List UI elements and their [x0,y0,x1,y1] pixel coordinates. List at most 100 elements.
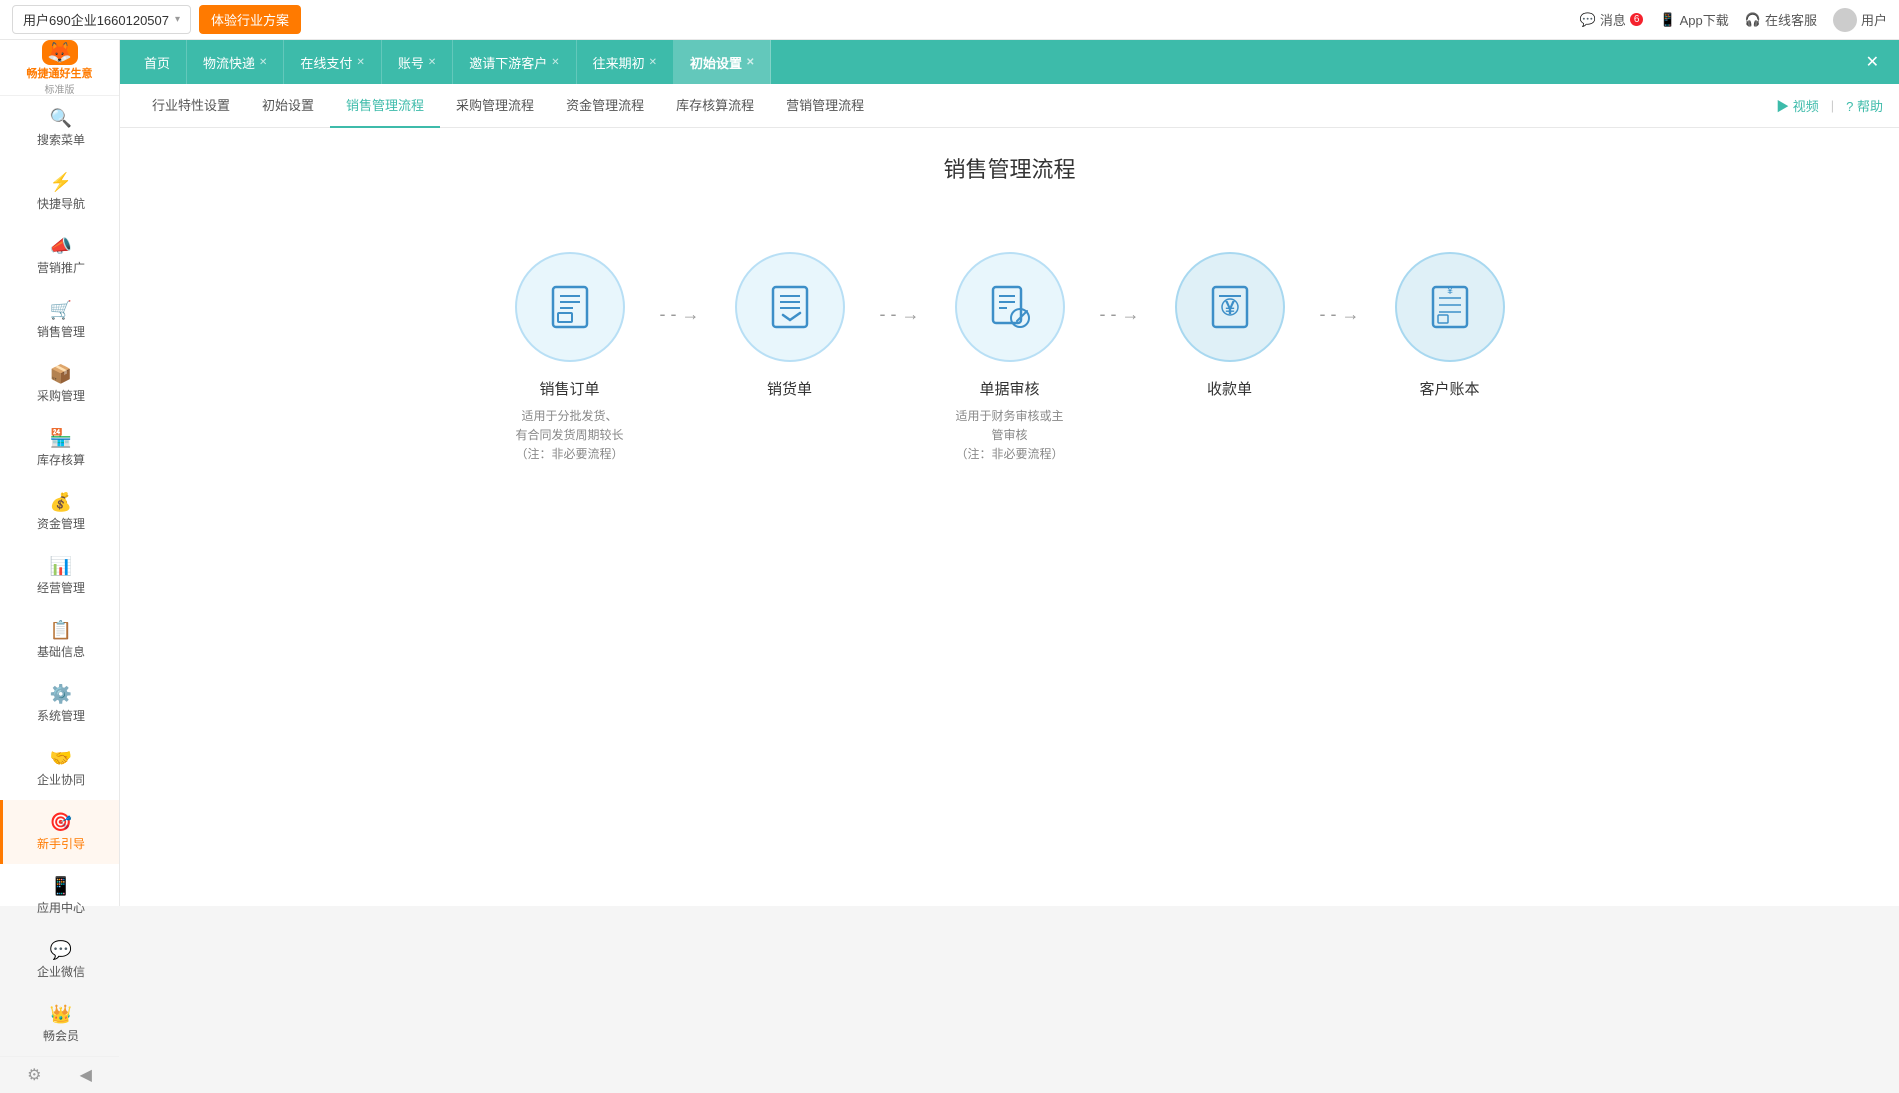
sidebar-label-wechat: 企业微信 [37,963,85,980]
message-item[interactable]: 💬 消息 6 [1580,10,1644,29]
sidebar-item-guide[interactable]: 🎯 新手引导 [0,800,119,864]
sub-tab-purchase-flow[interactable]: 采购管理流程 [440,84,550,128]
search-icon: 🔍 [50,108,72,129]
nav-tab-initial-close[interactable]: ✕ [746,57,754,68]
flow-item-receipt: ¥ 收款单 [1140,252,1320,407]
sidebar-label-guide: 新手引导 [37,835,85,852]
sub-tab-inventory-flow[interactable]: 库存核算流程 [660,84,770,128]
sidebar-item-sales[interactable]: 🛒 销售管理 [0,288,119,352]
nav-close-button[interactable]: ✕ [1854,52,1891,72]
sub-tab-capital-flow[interactable]: 资金管理流程 [550,84,660,128]
flow-name-audit: 单据审核 [979,378,1039,399]
nav-tab-account-close[interactable]: ✕ [428,57,436,68]
ledger-icon: ¥ [1425,282,1475,332]
sidebar-item-marketing[interactable]: 📣 营销推广 [0,224,119,288]
help-action[interactable]: ? 帮助 [1846,96,1883,115]
company-selector[interactable]: 用户690企业1660120507 ▾ [12,5,191,34]
sub-tab-industry-label: 行业特性设置 [152,95,230,114]
finance-icon: 💰 [50,492,72,513]
sidebar-label-quicknav: 快捷导航 [37,195,85,212]
nav-tab-period[interactable]: 往来期初 ✕ [577,40,674,84]
svg-text:¥: ¥ [1446,286,1453,297]
sub-tab-marketing-flow[interactable]: 营销管理流程 [770,84,880,128]
purchase-icon: 📦 [50,364,72,385]
sub-tab-initial[interactable]: 初始设置 [246,84,330,128]
sidebar-label-search: 搜索菜单 [37,131,85,148]
nav-tab-payment-close[interactable]: ✕ [356,57,364,68]
app-download-label: App下载 [1680,10,1729,29]
sidebar-label-finance: 资金管理 [37,515,85,532]
top-bar-left: 用户690企业1660120507 ▾ 体验行业方案 [12,5,301,34]
flow-desc-audit: 适用于财务审核或主管审核（注：非必要流程） [955,407,1063,465]
invoice-icon [765,282,815,332]
system-icon: ⚙️ [50,684,72,705]
flow-circle-invoice[interactable] [735,252,845,362]
main-content: 首页 物流快递 ✕ 在线支付 ✕ 账号 ✕ 邀请下游客户 ✕ 往来期初 ✕ [120,40,1899,906]
sidebar: 🦊 畅捷通好生意 标准版 🔍 搜索菜单 ⚡ 快捷导航 📣 营销推广 🛒 销售管理… [0,40,120,906]
nav-tab-initial[interactable]: 初始设置 ✕ [674,40,771,84]
sidebar-item-apps[interactable]: 📱 应用中心 [0,864,119,928]
basic-icon: 📋 [50,620,72,641]
sidebar-item-vip[interactable]: 👑 畅会员 [0,992,119,1056]
sidebar-item-finance[interactable]: 💰 资金管理 [0,480,119,544]
sidebar-item-system[interactable]: ⚙️ 系统管理 [0,672,119,736]
message-icon: 💬 [1580,12,1596,28]
flow-circle-audit[interactable] [955,252,1065,362]
nav-tab-payment[interactable]: 在线支付 ✕ [284,40,381,84]
logo-sub: 标准版 [45,81,75,96]
flow-arrow-2: - - → [880,252,920,325]
sidebar-item-inventory[interactable]: 🏪 库存核算 [0,416,119,480]
nav-tab-logistics-label: 物流快递 [203,53,255,72]
chevron-down-icon: ▾ [175,14,180,25]
sidebar-item-search[interactable]: 🔍 搜索菜单 [0,96,119,160]
flow-circle-receipt[interactable]: ¥ [1175,252,1285,362]
sales-icon: 🛒 [50,300,72,321]
flow-circle-sales-order[interactable] [515,252,625,362]
app-download-item[interactable]: 📱 App下载 [1659,10,1728,29]
nav-tab-home[interactable]: 首页 [128,40,187,84]
flow-circle-ledger[interactable]: ¥ [1395,252,1505,362]
nav-tab-period-close[interactable]: ✕ [649,57,657,68]
sub-tab-actions: ▶ 视频 | ? 帮助 [1776,96,1883,115]
nav-tab-invite-close[interactable]: ✕ [551,57,559,68]
user-item[interactable]: 用户 [1833,8,1887,32]
settings-bottom-icon[interactable]: ⚙ [27,1065,41,1085]
sidebar-item-purchase[interactable]: 📦 采购管理 [0,352,119,416]
sidebar-label-inventory: 库存核算 [37,451,85,468]
sub-tab-sales-flow[interactable]: 销售管理流程 [330,84,440,128]
flow-item-audit: 单据审核 适用于财务审核或主管审核（注：非必要流程） [920,252,1100,465]
sidebar-item-enterprise[interactable]: 🤝 企业协同 [0,736,119,800]
guide-icon: 🎯 [50,812,72,833]
nav-tabs: 首页 物流快递 ✕ 在线支付 ✕ 账号 ✕ 邀请下游客户 ✕ 往来期初 ✕ [120,40,1899,84]
trial-button[interactable]: 体验行业方案 [199,5,301,34]
play-icon: ▶ [1776,99,1793,114]
sidebar-item-operation[interactable]: 📊 经营管理 [0,544,119,608]
company-name: 用户690企业1660120507 [23,10,169,29]
nav-tab-initial-label: 初始设置 [690,53,742,72]
divider: | [1831,98,1834,113]
operation-icon: 📊 [50,556,72,577]
sales-order-icon [545,282,595,332]
sidebar-bottom: ⚙ ◀ [0,1056,119,1093]
collapse-icon[interactable]: ◀ [80,1065,92,1085]
video-action[interactable]: ▶ 视频 [1776,96,1819,115]
sub-tab-industry[interactable]: 行业特性设置 [136,84,246,128]
logo-icon: 🦊 [42,40,78,65]
nav-tab-logistics[interactable]: 物流快递 ✕ [187,40,284,84]
inventory-icon: 🏪 [50,428,72,449]
sidebar-item-quicknav[interactable]: ⚡ 快捷导航 [0,160,119,224]
sidebar-item-wechat[interactable]: 💬 企业微信 [0,928,119,992]
phone-icon: 📱 [1659,12,1675,28]
nav-tab-invite[interactable]: 邀请下游客户 ✕ [453,40,576,84]
nav-tab-logistics-close[interactable]: ✕ [259,57,267,68]
sidebar-label-enterprise: 企业协同 [37,771,85,788]
flow-name-receipt: 收款单 [1207,378,1252,399]
nav-tab-account[interactable]: 账号 ✕ [382,40,453,84]
sidebar-item-basic[interactable]: 📋 基础信息 [0,608,119,672]
message-badge: 6 [1630,13,1644,26]
flow-arrow-3: - - → [1100,252,1140,325]
sidebar-logo: 🦊 畅捷通好生意 标准版 [0,40,119,96]
nav-tab-account-label: 账号 [398,53,424,72]
online-service-item[interactable]: 🎧 在线客服 [1745,10,1817,29]
sidebar-label-system: 系统管理 [37,707,85,724]
